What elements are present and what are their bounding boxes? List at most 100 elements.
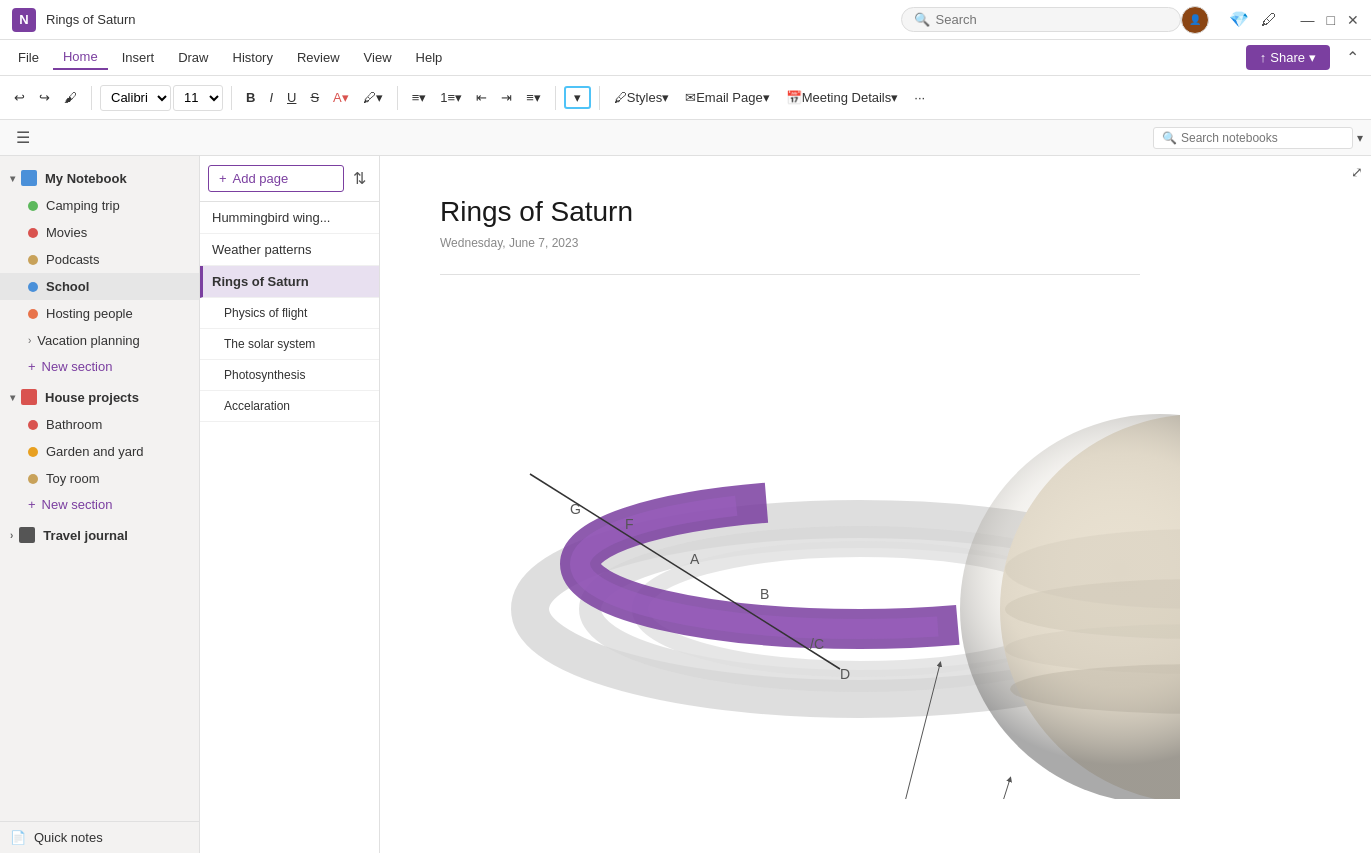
search-notebooks-icon: 🔍 [1162,131,1177,145]
menu-history[interactable]: History [223,46,283,69]
page-item-physics[interactable]: Physics of flight [200,298,379,329]
collapse-ribbon-button[interactable]: ⌃ [1342,44,1363,71]
page-item-accelaration[interactable]: Accelaration [200,391,379,422]
sidebar-item-toy-room[interactable]: Toy room [0,465,199,492]
close-button[interactable]: ✕ [1347,12,1359,28]
notebook-travel-journal: › Travel journal [0,521,199,549]
search-icon: 🔍 [914,12,930,27]
numbered-list-button[interactable]: 1≡▾ [434,86,468,109]
divider-4 [555,86,556,110]
pen-icon[interactable]: 🖊 [1261,11,1277,29]
menu-bar: File Home Insert Draw History Review Vie… [0,40,1371,76]
menu-help[interactable]: Help [406,46,453,69]
toolbar: ↩ ↪ 🖌 Calibri 11 B I U S A▾ 🖊▾ ≡▾ 1≡▾ ⇤ … [0,76,1371,120]
add-page-button[interactable]: + Add page [208,165,344,192]
page-item-rings-of-saturn[interactable]: Rings of Saturn [200,266,379,298]
search-dropdown-button[interactable]: ▾ [1357,131,1363,145]
font-group: Calibri 11 [100,85,223,111]
section-dot [28,474,38,484]
section-dot [28,447,38,457]
section-dot [28,420,38,430]
sidebar: ▾ My Notebook Camping trip Movies Podcas… [0,156,200,853]
line-color-button[interactable]: ▾ [564,86,591,109]
page-date: Wednesday, June 7, 2023 [440,236,1311,250]
svg-text:A: A [690,551,700,567]
font-name-select[interactable]: Calibri [100,85,171,111]
redo-button[interactable]: ↪ [33,86,56,109]
increase-indent-button[interactable]: ⇥ [495,86,518,109]
more-button[interactable]: ··· [908,86,931,109]
section-dot [28,228,38,238]
italic-button[interactable]: I [263,86,279,109]
page-item-weather[interactable]: Weather patterns [200,234,379,266]
undo-button[interactable]: ↩ [8,86,31,109]
meeting-details-button[interactable]: 📅 Meeting Details ▾ [780,86,905,109]
bullet-list-button[interactable]: ≡▾ [406,86,433,109]
chevron-down-icon: ▾ [10,173,15,184]
saturn-illustration: G F A B /C D Enke division Cassini divis… [440,299,1180,799]
sidebar-item-podcasts[interactable]: Podcasts [0,246,199,273]
font-size-select[interactable]: 11 [173,85,223,111]
global-search-bar[interactable]: 🔍 [901,7,1181,32]
content-area: ⤢ Rings of Saturn Wednesday, June 7, 202… [380,156,1371,853]
quick-notes-button[interactable]: 📄 Quick notes [0,821,200,853]
section-dot [28,309,38,319]
section-dot [28,255,38,265]
svg-point-10 [960,414,1180,799]
global-search-input[interactable] [936,12,1156,27]
notebook-search-bar[interactable]: 🔍 [1153,127,1353,149]
page-title[interactable]: Rings of Saturn [440,196,1311,228]
svg-text:F: F [625,516,634,532]
menu-draw[interactable]: Draw [168,46,218,69]
menu-insert[interactable]: Insert [112,46,165,69]
diamond-icon[interactable]: 💎 [1229,10,1249,29]
menu-file[interactable]: File [8,46,49,69]
sidebar-item-school[interactable]: School [0,273,199,300]
sidebar-item-garden[interactable]: Garden and yard [0,438,199,465]
minimize-button[interactable]: — [1301,12,1315,28]
share-button[interactable]: ↑ Share ▾ [1246,45,1330,70]
svg-text:/C: /C [810,636,824,652]
svg-text:B: B [760,586,769,602]
menu-home[interactable]: Home [53,45,108,70]
sidebar-item-vacation-planning[interactable]: › Vacation planning [0,327,199,354]
sidebar-item-movies[interactable]: Movies [0,219,199,246]
hamburger-menu-button[interactable]: ☰ [8,124,38,151]
page-item-photosynthesis[interactable]: Photosynthesis [200,360,379,391]
svg-text:D: D [840,666,850,682]
text-format-group: B I U S A▾ 🖊▾ [240,86,389,109]
expand-button[interactable]: ⤢ [1351,164,1363,180]
menu-view[interactable]: View [354,46,402,69]
strikethrough-button[interactable]: S [304,86,325,109]
highlight-button[interactable]: 🖊▾ [357,86,389,109]
notebook-my-notebook-header[interactable]: ▾ My Notebook [0,164,199,192]
font-color-button[interactable]: A▾ [327,86,355,109]
format-painter-button[interactable]: 🖌 [58,86,83,109]
underline-button[interactable]: U [281,86,302,109]
align-button[interactable]: ≡▾ [520,86,547,109]
sidebar-new-section-house[interactable]: +New section [0,492,199,517]
window-controls[interactable]: — □ ✕ [1301,12,1359,28]
notebook-travel-journal-header[interactable]: › Travel journal [0,521,199,549]
decrease-indent-button[interactable]: ⇤ [470,86,493,109]
email-page-button[interactable]: ✉ Email Page ▾ [679,86,775,109]
styles-button[interactable]: 🖊 Styles ▾ [608,86,675,109]
avatar[interactable]: 👤 [1181,6,1209,34]
bold-button[interactable]: B [240,86,261,109]
share-icon: ↑ [1260,50,1267,65]
add-icon: + [219,171,227,186]
divider-3 [397,86,398,110]
title-bar: N Rings of Saturn 🔍 👤 💎 🖊 — □ ✕ [0,0,1371,40]
maximize-button[interactable]: □ [1327,12,1335,28]
sidebar-item-camping-trip[interactable]: Camping trip [0,192,199,219]
sidebar-item-bathroom[interactable]: Bathroom [0,411,199,438]
chevron-right-icon: › [28,335,31,346]
sidebar-new-section-my-notebook[interactable]: +New section [0,354,199,379]
page-item-hummingbird[interactable]: Hummingbird wing... [200,202,379,234]
page-item-solar-system[interactable]: The solar system [200,329,379,360]
notebook-search-input[interactable] [1181,131,1341,145]
sort-pages-button[interactable]: ⇅ [348,164,371,193]
menu-review[interactable]: Review [287,46,350,69]
sidebar-item-hosting-people[interactable]: Hosting people [0,300,199,327]
notebook-house-projects-header[interactable]: ▾ House projects [0,383,199,411]
